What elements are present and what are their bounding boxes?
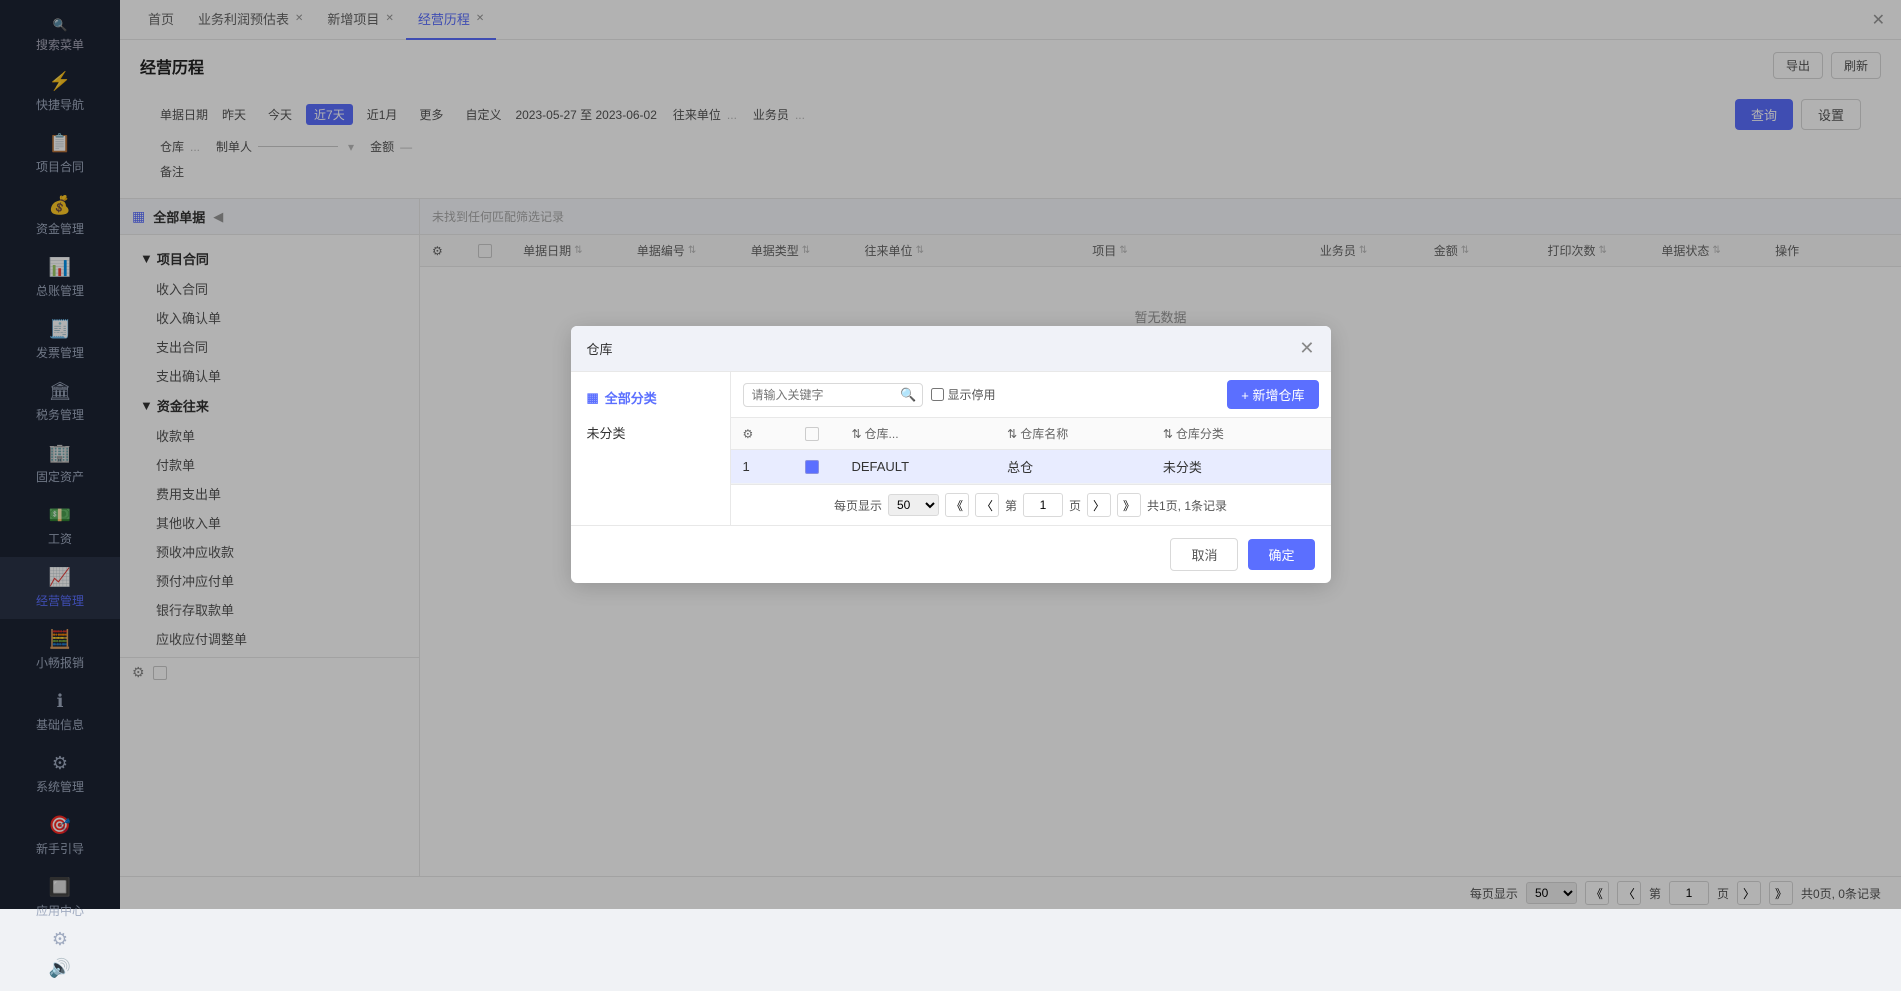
show-disabled-checkbox[interactable] xyxy=(931,388,944,401)
modal-th-name: ⇅ 仓库名称 xyxy=(1007,425,1163,442)
modal-th-code: ⇅ 仓库... xyxy=(851,425,1007,442)
modal-next-page-btn[interactable]: 〉 xyxy=(1087,493,1111,517)
modal-th-name-label: 仓库名称 xyxy=(1020,425,1068,442)
settings-bottom-icon[interactable]: ⚙ xyxy=(52,929,68,950)
modal-search-wrap: 🔍 xyxy=(743,383,923,407)
modal-th-settings: ⚙ xyxy=(743,425,805,442)
modal-category-all[interactable]: ▦ 全部分类 xyxy=(571,380,730,415)
warehouse-modal: 仓库 ✕ ▦ 全部分类 未分类 🔍 xyxy=(571,326,1331,583)
show-disabled-label[interactable]: 显示停用 xyxy=(931,386,996,403)
modal-table-row[interactable]: 1 DEFAULT 总仓 未分类 xyxy=(731,450,1331,484)
modal-close-button[interactable]: ✕ xyxy=(1299,338,1314,359)
modal-td-checkbox xyxy=(805,460,852,474)
modal-header: 仓库 ✕ xyxy=(571,326,1331,372)
modal-td-name: 总仓 xyxy=(1007,457,1163,476)
modal-first-page-btn[interactable]: 《 xyxy=(945,493,969,517)
modal-last-page-btn[interactable]: 》 xyxy=(1117,493,1141,517)
row-checkbox-checked[interactable] xyxy=(805,460,819,474)
modal-td-no: 1 xyxy=(743,459,805,474)
modal-page-prefix: 第 xyxy=(1005,497,1017,514)
modal-category-uncategorized-label: 未分类 xyxy=(587,423,626,442)
modal-per-page-select[interactable]: 50 100 xyxy=(888,494,939,516)
modal-settings-icon[interactable]: ⚙ xyxy=(743,427,754,441)
add-warehouse-button[interactable]: + 新增仓库 xyxy=(1227,380,1318,409)
cancel-button[interactable]: 取消 xyxy=(1170,538,1238,571)
volume-icon[interactable]: 🔊 xyxy=(49,958,71,979)
modal-overlay: 仓库 ✕ ▦ 全部分类 未分类 🔍 xyxy=(0,0,1901,909)
modal-th-code-label: 仓库... xyxy=(865,425,899,442)
modal-total-label: 共1页, 1条记录 xyxy=(1147,497,1227,514)
modal-per-page-label: 每页显示 xyxy=(834,497,882,514)
modal-category-all-label: 全部分类 xyxy=(605,388,657,407)
modal-table: ⚙ ⇅ 仓库... ⇅ 仓库名称 xyxy=(731,418,1331,484)
modal-pagination: 每页显示 50 100 《 〈 第 页 〉 》 共1页, 1条记录 xyxy=(731,484,1331,525)
sort-icon-name: ⇅ xyxy=(1007,427,1017,441)
modal-category-uncategorized[interactable]: 未分类 xyxy=(571,415,730,450)
modal-th-category: ⇅ 仓库分类 xyxy=(1163,425,1319,442)
modal-toolbar: 🔍 显示停用 + 新增仓库 xyxy=(731,372,1331,418)
modal-body: ▦ 全部分类 未分类 🔍 显示停用 xyxy=(571,372,1331,525)
grid-icon-modal: ▦ xyxy=(587,390,599,406)
modal-page-label: 页 xyxy=(1069,497,1081,514)
modal-table-header: ⚙ ⇅ 仓库... ⇅ 仓库名称 xyxy=(731,418,1331,450)
modal-prev-page-btn[interactable]: 〈 xyxy=(975,493,999,517)
modal-th-checkbox xyxy=(805,425,852,442)
confirm-button[interactable]: 确定 xyxy=(1248,539,1314,570)
modal-th-category-label: 仓库分类 xyxy=(1176,425,1224,442)
sort-icon-category: ⇅ xyxy=(1163,427,1173,441)
modal-right-panel: 🔍 显示停用 + 新增仓库 ⚙ xyxy=(731,372,1331,525)
modal-footer-actions: 取消 确定 xyxy=(571,525,1331,583)
modal-search-input[interactable] xyxy=(743,383,923,407)
show-disabled-text: 显示停用 xyxy=(948,386,996,403)
modal-page-input[interactable] xyxy=(1023,493,1063,517)
modal-header-checkbox[interactable] xyxy=(805,427,819,441)
modal-title: 仓库 xyxy=(587,339,613,358)
modal-td-code: DEFAULT xyxy=(851,459,1007,474)
modal-td-category: 未分类 xyxy=(1163,457,1319,476)
sort-icon-code: ⇅ xyxy=(851,427,861,441)
modal-left-panel: ▦ 全部分类 未分类 xyxy=(571,372,731,525)
